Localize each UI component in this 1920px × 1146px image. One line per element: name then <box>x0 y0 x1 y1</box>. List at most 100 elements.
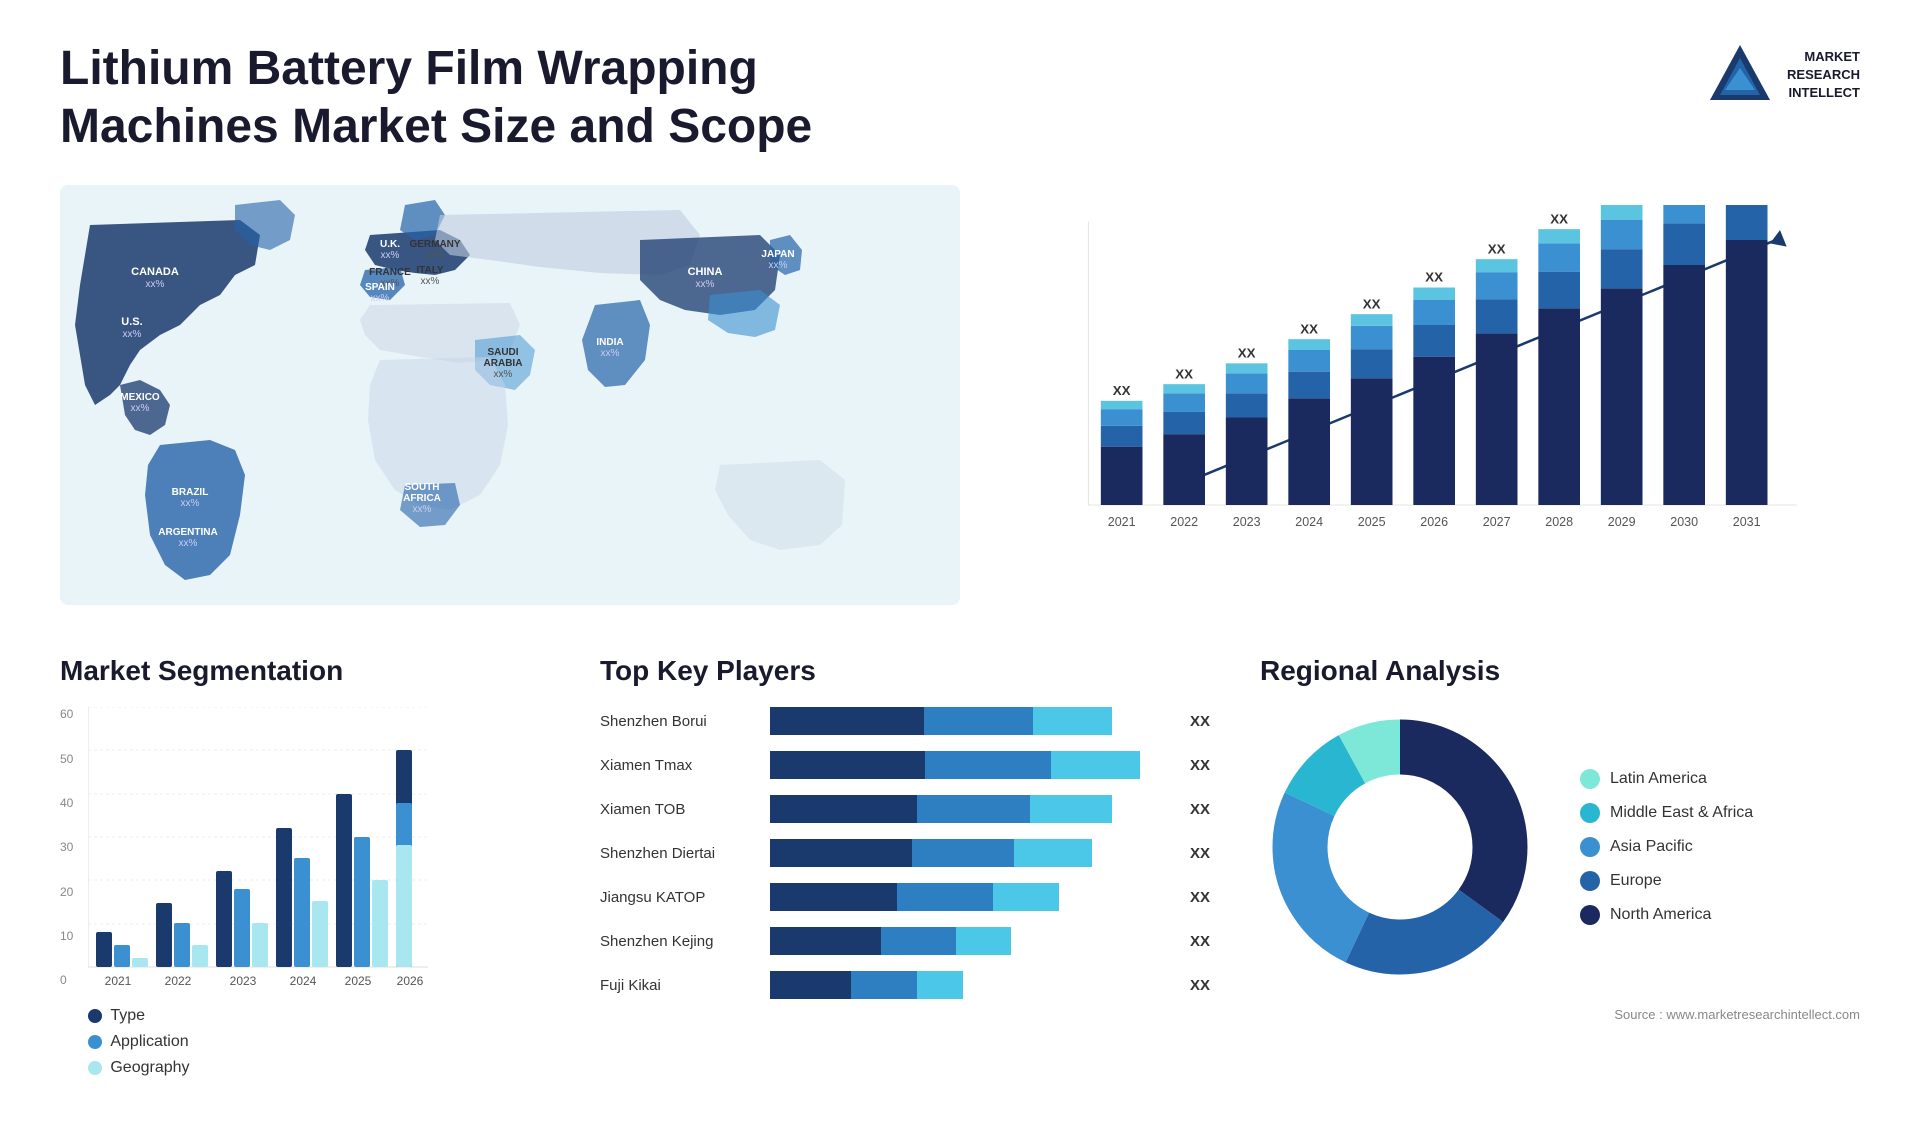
player-row-7: Fuji Kikai XX <box>600 971 1220 999</box>
map-container: CANADA xx% U.S. xx% MEXICO xx% BRAZIL xx… <box>60 185 960 605</box>
svg-text:2021: 2021 <box>105 974 132 987</box>
svg-text:xx%: xx% <box>381 250 400 261</box>
svg-text:xx%: xx% <box>413 504 432 515</box>
player-row-3: Xiamen TOB XX <box>600 795 1220 823</box>
bar-chart-container: XX 2021 XX 2022 XX 2023 <box>1000 185 1860 605</box>
growth-bar-chart: XX 2021 XX 2022 XX 2023 <box>1020 205 1840 555</box>
reg-legend-na-color <box>1580 905 1600 925</box>
svg-text:CANADA: CANADA <box>131 266 179 278</box>
svg-text:JAPAN: JAPAN <box>761 249 794 260</box>
legend-application-label: Application <box>110 1033 188 1051</box>
svg-text:2028: 2028 <box>1545 515 1573 529</box>
svg-text:FRANCE: FRANCE <box>369 267 411 278</box>
svg-text:INDIA: INDIA <box>596 337 623 348</box>
player-value-3: XX <box>1190 801 1220 818</box>
seg-legend: Type Application Geography <box>88 1007 560 1077</box>
svg-text:SOUTH: SOUTH <box>405 482 440 493</box>
reg-legend-mea: Middle East & Africa <box>1580 803 1753 823</box>
svg-text:xx%: xx% <box>426 250 445 261</box>
svg-text:2030: 2030 <box>1670 515 1698 529</box>
player-value-6: XX <box>1190 933 1220 950</box>
svg-text:2023: 2023 <box>1233 515 1261 529</box>
legend-geography: Geography <box>88 1059 560 1077</box>
svg-text:xx%: xx% <box>181 498 200 509</box>
logo-text: MARKET RESEARCH INTELLECT <box>1787 48 1860 103</box>
player-name-3: Xiamen TOB <box>600 801 760 818</box>
regional-legend: Latin America Middle East & Africa Asia … <box>1580 769 1753 925</box>
reg-legend-na-label: North America <box>1610 906 1711 924</box>
reg-legend-europe-color <box>1580 871 1600 891</box>
segmentation-container: Market Segmentation 60 50 40 30 20 10 0 <box>60 655 560 1077</box>
svg-text:2029: 2029 <box>1608 515 1636 529</box>
reg-legend-apac-color <box>1580 837 1600 857</box>
svg-text:SPAIN: SPAIN <box>365 282 395 293</box>
svg-text:2024: 2024 <box>290 974 317 987</box>
segmentation-title: Market Segmentation <box>60 655 560 687</box>
svg-text:XX: XX <box>1550 212 1568 227</box>
svg-text:xx%: xx% <box>131 403 150 414</box>
legend-application: Application <box>88 1033 560 1051</box>
svg-text:2025: 2025 <box>1358 515 1386 529</box>
regional-container: Regional Analysis <box>1260 655 1860 1077</box>
reg-legend-na: North America <box>1580 905 1753 925</box>
reg-legend-apac-label: Asia Pacific <box>1610 838 1693 856</box>
donut-chart-svg <box>1260 707 1540 987</box>
player-name-5: Jiangsu KATOP <box>600 889 760 906</box>
reg-legend-apac: Asia Pacific <box>1580 837 1753 857</box>
svg-text:xx%: xx% <box>696 279 715 290</box>
player-row-6: Shenzhen Kejing XX <box>600 927 1220 955</box>
svg-text:2022: 2022 <box>1170 515 1198 529</box>
players-title: Top Key Players <box>600 655 1220 687</box>
svg-text:XX: XX <box>1300 322 1318 337</box>
reg-legend-latin-color <box>1580 769 1600 789</box>
player-name-7: Fuji Kikai <box>600 977 760 994</box>
player-value-1: XX <box>1190 713 1220 730</box>
player-bar-wrap-1 <box>770 707 1172 735</box>
legend-geography-dot <box>88 1061 102 1075</box>
player-row-4: Shenzhen Diertai XX <box>600 839 1220 867</box>
player-value-7: XX <box>1190 977 1220 994</box>
svg-text:ARABIA: ARABIA <box>484 358 523 369</box>
svg-text:2023: 2023 <box>230 974 257 987</box>
reg-legend-latin: Latin America <box>1580 769 1753 789</box>
player-name-2: Xiamen Tmax <box>600 757 760 774</box>
player-bar-wrap-2 <box>770 751 1172 779</box>
logo-area: MARKET RESEARCH INTELLECT <box>1705 40 1860 110</box>
svg-text:xx%: xx% <box>179 538 198 549</box>
legend-type: Type <box>88 1007 560 1025</box>
header: Lithium Battery Film Wrapping Machines M… <box>60 40 1860 155</box>
player-name-1: Shenzhen Borui <box>600 713 760 730</box>
svg-text:xx%: xx% <box>123 329 142 340</box>
reg-legend-mea-color <box>1580 803 1600 823</box>
svg-text:U.S.: U.S. <box>121 316 142 328</box>
svg-text:2026: 2026 <box>397 974 424 987</box>
player-name-6: Shenzhen Kejing <box>600 933 760 950</box>
legend-geography-label: Geography <box>110 1059 189 1077</box>
source-text: Source : www.marketresearchintellect.com <box>1260 1007 1860 1022</box>
svg-text:GERMANY: GERMANY <box>409 239 460 250</box>
legend-application-dot <box>88 1035 102 1049</box>
logo-icon <box>1705 40 1775 110</box>
regional-title: Regional Analysis <box>1260 655 1860 687</box>
svg-text:ITALY: ITALY <box>416 265 444 276</box>
legend-type-label: Type <box>110 1007 145 1025</box>
player-value-4: XX <box>1190 845 1220 862</box>
player-value-5: XX <box>1190 889 1220 906</box>
reg-legend-europe-label: Europe <box>1610 872 1662 890</box>
svg-text:2027: 2027 <box>1483 515 1511 529</box>
reg-legend-mea-label: Middle East & Africa <box>1610 804 1753 822</box>
svg-text:XX: XX <box>1488 242 1506 257</box>
svg-text:xx%: xx% <box>601 348 620 359</box>
svg-text:ARGENTINA: ARGENTINA <box>158 527 217 538</box>
world-map-svg: CANADA xx% U.S. xx% MEXICO xx% BRAZIL xx… <box>60 185 960 605</box>
svg-text:xx%: xx% <box>146 279 165 290</box>
player-bar-wrap-5 <box>770 883 1172 911</box>
svg-text:2024: 2024 <box>1295 515 1323 529</box>
player-bar-wrap-7 <box>770 971 1172 999</box>
player-name-4: Shenzhen Diertai <box>600 845 760 862</box>
svg-text:2022: 2022 <box>165 974 192 987</box>
svg-text:2031: 2031 <box>1733 515 1761 529</box>
svg-text:AFRICA: AFRICA <box>403 493 441 504</box>
svg-text:XX: XX <box>1363 297 1381 312</box>
player-bar-wrap-3 <box>770 795 1172 823</box>
